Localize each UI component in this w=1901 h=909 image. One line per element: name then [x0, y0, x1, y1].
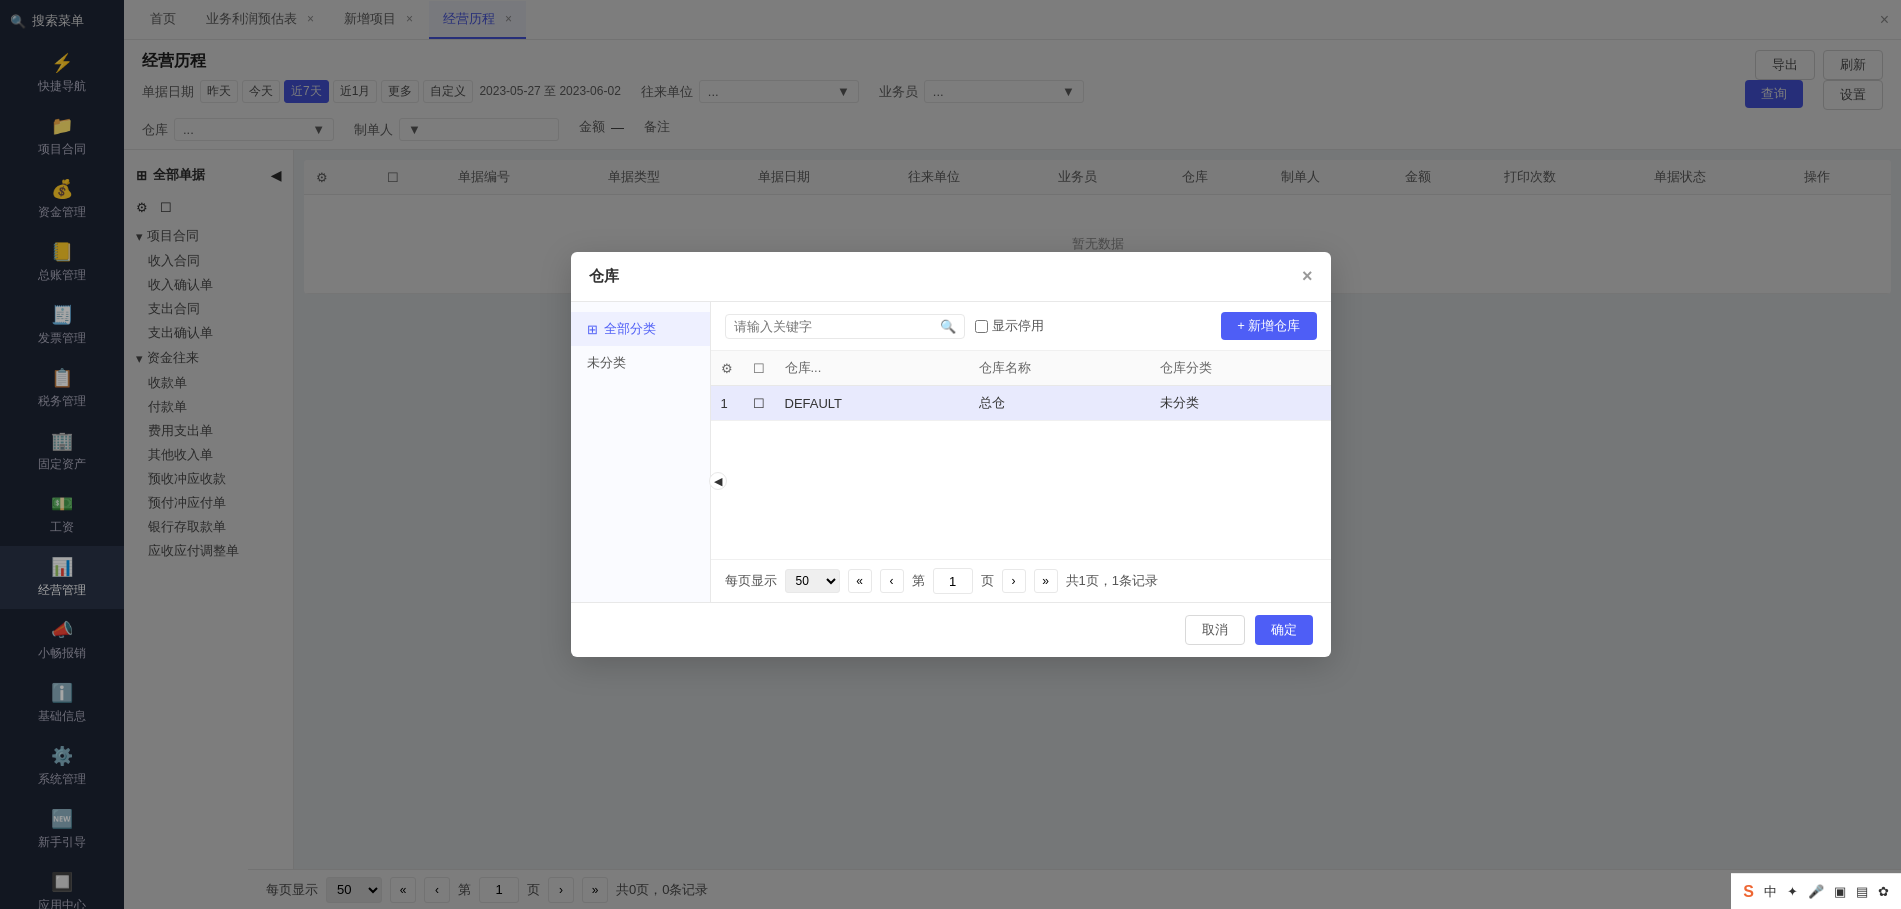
modal-search-input[interactable]: [734, 319, 934, 334]
modal-page-suffix: 页: [981, 572, 994, 590]
modal-sidebar-label: 全部分类: [604, 320, 656, 338]
modal-first-page-btn[interactable]: «: [848, 569, 872, 593]
taskbar-grid-icon: ▤: [1856, 884, 1868, 899]
col-warehouse-code: 仓库...: [775, 351, 970, 386]
taskbar-mic-icon: 🎤: [1808, 884, 1824, 899]
modal-body: ⊞ 全部分类 未分类 ◀ 🔍: [571, 302, 1331, 602]
modal-actions: 取消 确定: [571, 602, 1331, 657]
col-checkbox[interactable]: ☐: [743, 351, 775, 386]
show-disabled-label[interactable]: 显示停用: [975, 317, 1044, 335]
warehouse-modal: 仓库 × ⊞ 全部分类 未分类 ◀: [571, 252, 1331, 657]
modal-last-page-btn[interactable]: »: [1034, 569, 1058, 593]
col-warehouse-name: 仓库名称: [969, 351, 1150, 386]
modal-overlay: 仓库 × ⊞ 全部分类 未分类 ◀: [0, 0, 1901, 909]
per-page-label: 每页显示: [725, 572, 777, 590]
modal-sidebar-label: 未分类: [587, 354, 626, 372]
col-settings: ⚙: [711, 351, 743, 386]
show-disabled-text: 显示停用: [992, 317, 1044, 335]
modal-sidebar-collapse-btn[interactable]: ◀: [709, 472, 711, 490]
taskbar-zh-icon: 中: [1764, 883, 1777, 901]
cancel-button[interactable]: 取消: [1185, 615, 1245, 645]
modal-close-icon[interactable]: ×: [1302, 266, 1313, 287]
taskbar-star-icon: ✦: [1787, 884, 1798, 899]
modal-main: 🔍 显示停用 + 新增仓库 ⚙ ☐: [711, 302, 1331, 602]
modal-page-label: 第: [912, 572, 925, 590]
row-checkbox[interactable]: ☐: [743, 386, 775, 421]
add-warehouse-button[interactable]: + 新增仓库: [1221, 312, 1316, 340]
modal-toolbar: 🔍 显示停用 + 新增仓库: [711, 302, 1331, 351]
show-disabled-checkbox[interactable]: [975, 320, 988, 333]
search-icon: 🔍: [940, 319, 956, 334]
taskbar-screen-icon: ▣: [1834, 884, 1846, 899]
modal-sidebar-all-categories[interactable]: ⊞ 全部分类: [571, 312, 710, 346]
row-category: 未分类: [1150, 386, 1331, 421]
modal-prev-page-btn[interactable]: ‹: [880, 569, 904, 593]
confirm-button[interactable]: 确定: [1255, 615, 1313, 645]
modal-page-input[interactable]: [933, 568, 973, 594]
row-num: 1: [711, 386, 743, 421]
warehouse-table: ⚙ ☐ 仓库... 仓库名称 仓库分类 1 ☐ DEFAULT: [711, 351, 1331, 421]
modal-header: 仓库 ×: [571, 252, 1331, 302]
modal-title: 仓库: [589, 267, 619, 286]
modal-sidebar-uncategorized[interactable]: 未分类: [571, 346, 710, 380]
modal-search-wrap: 🔍: [725, 314, 965, 339]
taskbar-s-icon: S: [1743, 883, 1754, 901]
modal-next-page-btn[interactable]: ›: [1002, 569, 1026, 593]
modal-table-area: ⚙ ☐ 仓库... 仓库名称 仓库分类 1 ☐ DEFAULT: [711, 351, 1331, 559]
grid-icon: ⊞: [587, 322, 598, 337]
row-name: 总仓: [969, 386, 1150, 421]
taskbar: S 中 ✦ 🎤 ▣ ▤ ✿: [1731, 873, 1901, 909]
taskbar-flower-icon: ✿: [1878, 884, 1889, 899]
col-warehouse-category: 仓库分类: [1150, 351, 1331, 386]
modal-total-info: 共1页，1条记录: [1066, 572, 1158, 590]
table-row[interactable]: 1 ☐ DEFAULT 总仓 未分类: [711, 386, 1331, 421]
modal-per-page-select[interactable]: 50 100: [785, 569, 840, 593]
modal-pagination-bar: 每页显示 50 100 « ‹ 第 页 › » 共1页，1条记录: [711, 559, 1331, 602]
row-code: DEFAULT: [775, 386, 970, 421]
modal-sidebar: ⊞ 全部分类 未分类 ◀: [571, 302, 711, 602]
